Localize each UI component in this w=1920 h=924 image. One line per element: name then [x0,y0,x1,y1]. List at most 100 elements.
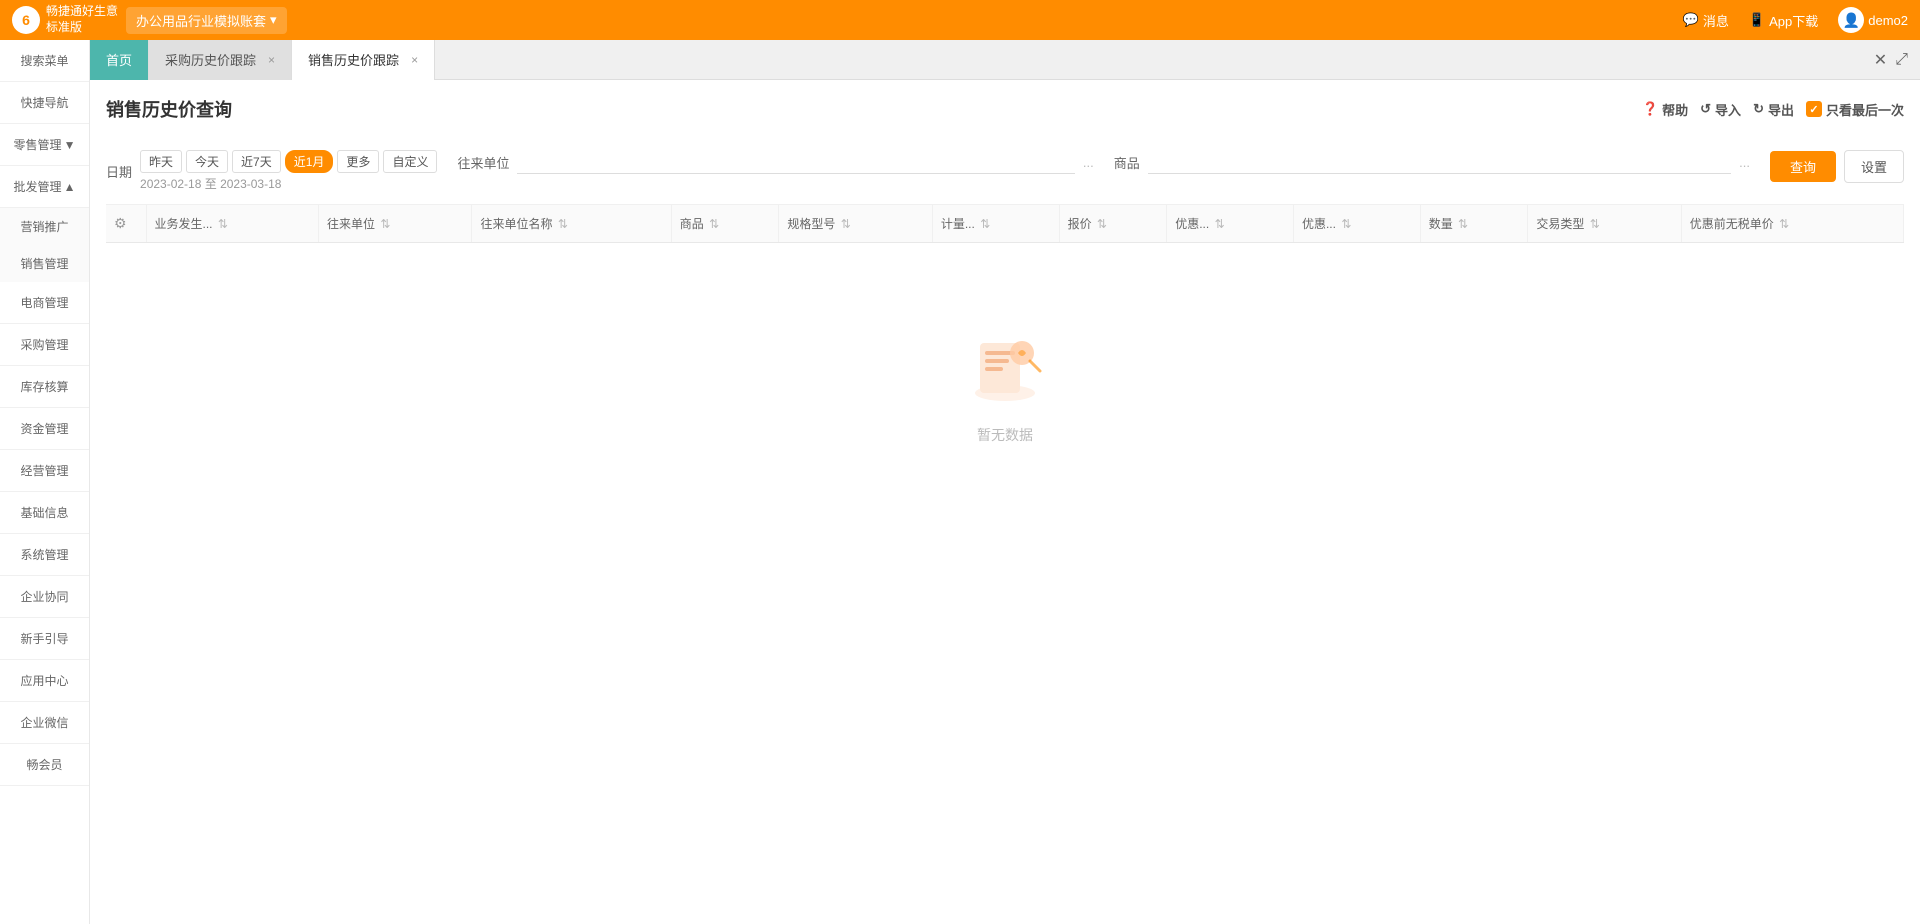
sort-icon: ⇅ [709,217,719,231]
sort-icon: ⇅ [380,217,390,231]
th-discount2[interactable]: 优惠... ⇅ [1293,205,1420,243]
chevron-up-icon: ▲ [64,180,76,194]
content-area: 首页 采购历史价跟踪 × 销售历史价跟踪 × ✕ ⤢ 销售历史价查询 [90,40,1920,924]
export-icon: ↻ [1753,101,1764,117]
sidebar-item-wework[interactable]: 企业微信 [0,702,89,744]
date-yesterday-btn[interactable]: 昨天 [140,150,182,173]
sidebar-item-retail-mgmt[interactable]: 零售管理 ▼ [0,124,89,166]
app-selector[interactable]: 办公用品行业模拟账套 ▾ [126,7,287,34]
sidebar-item-search-menu[interactable]: 搜索菜单 [0,40,89,82]
user-menu[interactable]: 👤 demo2 [1838,7,1908,33]
logo-text: 畅捷通好生意 标准版 [46,4,118,35]
date-filter-label: 日期 [106,162,132,181]
date-custom-btn[interactable]: 自定义 [383,150,437,173]
logo-area: 6 畅捷通好生意 标准版 [12,4,118,35]
tab-actions: ✕ ⤢ [1874,50,1920,70]
setting-button[interactable]: 设置 [1844,150,1904,183]
sidebar-item-cooperation[interactable]: 企业协同 [0,576,89,618]
filter-bar: 日期 昨天 今天 近7天 近1月 更多 自定义 2023-02-18 至 202… [106,138,1904,205]
help-action[interactable]: ❓ 帮助 [1642,100,1688,119]
page-title-actions: ❓ 帮助 ↺ 导入 ↻ 导出 只看最后一次 [1642,100,1904,119]
th-goods[interactable]: 商品 ⇅ [671,205,779,243]
th-biz-date-label: 业务发生... [155,217,213,231]
sidebar-item-sales-mgmt[interactable]: 销售管理 [0,245,89,282]
th-pre-discount-price[interactable]: 优惠前无税单价 ⇅ [1681,205,1903,243]
sidebar-item-member[interactable]: 畅会员 [0,744,89,786]
sidebar-item-operations[interactable]: 经营管理 [0,450,89,492]
th-partner[interactable]: 往来单位 ⇅ [319,205,472,243]
top-bar-right: 💬 消息 📱 App下载 👤 demo2 [1683,7,1908,33]
only-last-checkbox[interactable] [1806,101,1822,117]
date-7days-btn[interactable]: 近7天 [232,150,281,173]
sort-icon: ⇅ [1590,217,1600,231]
query-button[interactable]: 查询 [1770,151,1836,182]
th-trade-type[interactable]: 交易类型 ⇅ [1528,205,1681,243]
th-partner-name[interactable]: 往来单位名称 ⇅ [472,205,671,243]
sort-icon: ⇅ [218,217,228,231]
sort-icon: ⇅ [980,217,990,231]
sidebar-item-system[interactable]: 系统管理 [0,534,89,576]
sort-icon: ⇅ [841,217,851,231]
th-price[interactable]: 报价 ⇅ [1059,205,1167,243]
date-1month-btn[interactable]: 近1月 [285,150,334,173]
export-action[interactable]: ↻ 导出 [1753,100,1794,119]
goods-search-icon[interactable]: ... [1739,155,1750,170]
logo-icon: 6 [12,6,40,34]
partner-filter-group: 往来单位 ... [457,150,1093,174]
sidebar-item-purchase[interactable]: 采购管理 [0,324,89,366]
th-spec[interactable]: 规格型号 ⇅ [779,205,932,243]
empty-state: 暂无数据 [106,243,1904,525]
message-button[interactable]: 💬 消息 [1683,11,1729,30]
th-quantity[interactable]: 数量 ⇅ [1420,205,1528,243]
date-range-display: 2023-02-18 至 2023-03-18 [140,175,437,192]
sidebar-item-quick-nav[interactable]: 快捷导航 [0,82,89,124]
partner-search-icon[interactable]: ... [1083,155,1094,170]
goods-filter-label: 商品 [1114,153,1140,172]
table-header-row: ⚙ 业务发生... ⇅ 往来单位 ⇅ 往来单位名称 ⇅ [106,205,1904,243]
th-biz-date[interactable]: 业务发生... ⇅ [146,205,319,243]
date-today-btn[interactable]: 今天 [186,150,228,173]
tab-home[interactable]: 首页 [90,40,149,80]
tab-purchase-history-close[interactable]: × [268,53,275,67]
sidebar-item-base-info[interactable]: 基础信息 [0,492,89,534]
sidebar-item-ecommerce[interactable]: 电商管理 [0,282,89,324]
sort-icon: ⇅ [1341,217,1351,231]
sidebar-item-wholesale-mgmt[interactable]: 批发管理 ▲ [0,166,89,208]
sort-icon: ⇅ [1215,217,1225,231]
partner-input[interactable] [517,150,1074,174]
tab-purchase-history[interactable]: 采购历史价跟踪 × [149,40,292,80]
gear-icon[interactable]: ⚙ [114,215,127,231]
sidebar-item-finance[interactable]: 资金管理 [0,408,89,450]
date-filter-options: 昨天 今天 近7天 近1月 更多 自定义 2023-02-18 至 2023-0… [140,150,437,192]
chevron-down-icon: ▾ [270,12,277,28]
top-bar-left: 6 畅捷通好生意 标准版 办公用品行业模拟账套 ▾ [12,4,287,35]
tab-sales-history[interactable]: 销售历史价跟踪 × [292,40,435,80]
sort-icon: ⇅ [558,217,568,231]
th-settings: ⚙ [106,205,146,243]
th-unit[interactable]: 计量... ⇅ [932,205,1059,243]
avatar: 👤 [1838,7,1864,33]
empty-text: 暂无数据 [977,425,1033,445]
goods-input[interactable] [1148,150,1731,174]
sort-icon: ⇅ [1458,217,1468,231]
app-download-button[interactable]: 📱 App下载 [1749,11,1818,30]
sort-icon: ⇅ [1097,217,1107,231]
th-discount1[interactable]: 优惠... ⇅ [1167,205,1294,243]
import-icon: ↺ [1700,101,1711,117]
sidebar-item-app-center[interactable]: 应用中心 [0,660,89,702]
filter-actions: 查询 设置 [1770,150,1904,183]
only-last-action[interactable]: 只看最后一次 [1806,100,1904,119]
maximize-button[interactable]: ⤢ [1895,51,1908,69]
sidebar-item-marketing[interactable]: 营销推广 [0,208,89,245]
sidebar-item-guide[interactable]: 新手引导 [0,618,89,660]
date-buttons: 昨天 今天 近7天 近1月 更多 自定义 [140,150,437,173]
close-window-button[interactable]: ✕ [1874,50,1887,70]
import-action[interactable]: ↺ 导入 [1700,100,1741,119]
page-title: 销售历史价查询 [106,96,232,122]
sidebar-item-inventory[interactable]: 库存核算 [0,366,89,408]
sidebar: 搜索菜单 快捷导航 零售管理 ▼ 批发管理 ▲ 营销推广 销售管理 电商管理 采 [0,40,90,924]
partner-filter-label: 往来单位 [457,153,509,172]
top-bar: 6 畅捷通好生意 标准版 办公用品行业模拟账套 ▾ 💬 消息 📱 App下载 👤… [0,0,1920,40]
date-more-btn[interactable]: 更多 [337,150,379,173]
tab-sales-history-close[interactable]: × [411,53,418,67]
